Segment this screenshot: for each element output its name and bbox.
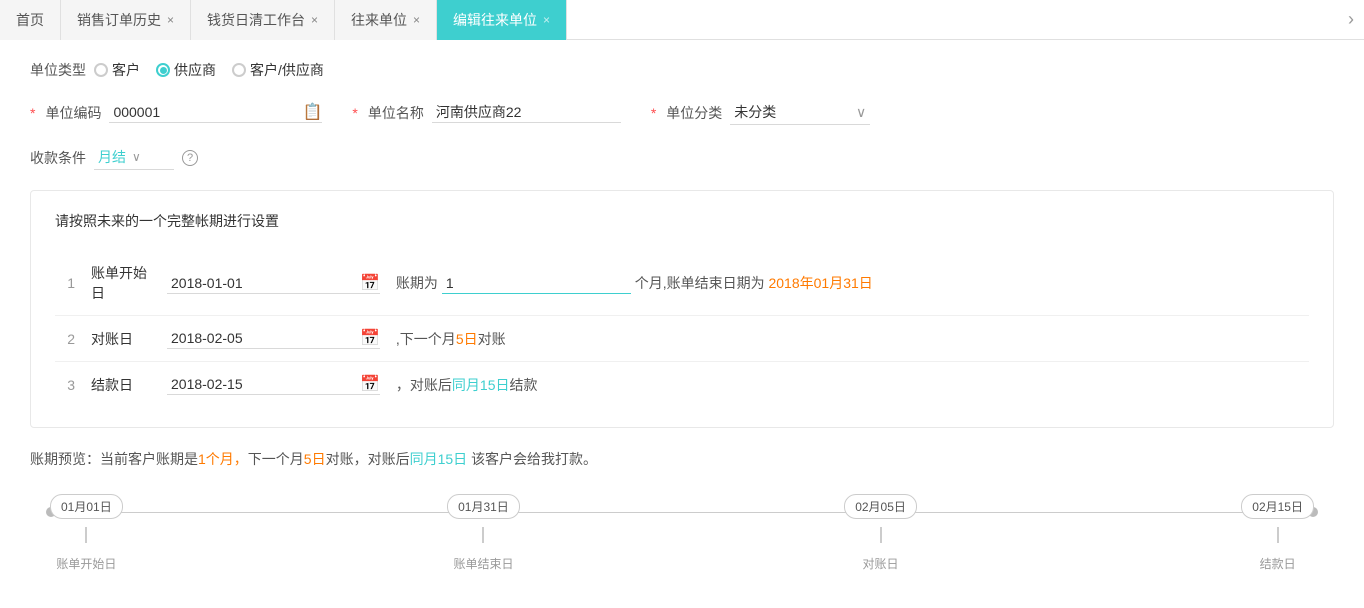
preview-month-highlight: 1个月， <box>198 451 248 467</box>
payment-term-chevron-icon: ∨ <box>132 150 141 164</box>
unit-info-row: * 单位编码 📋 * 单位名称 * 单位分类 未分类 ∨ <box>30 100 1334 125</box>
close-tab-edit-partner[interactable]: × <box>543 13 550 27</box>
payment-term-label: 收款条件 <box>30 148 86 168</box>
reconcile-desc: ,下一个月5日对账 <box>396 329 1309 349</box>
row-num-2: 2 <box>55 331 75 347</box>
period-desc: 账期为 个月,账单结束日期为 2018年01月31日 <box>396 273 1309 294</box>
start-date-input[interactable] <box>167 273 356 293</box>
setting-row-1: 1 账单开始日 📅 账期为 个月,账单结束日期为 2018年01月31日 <box>55 251 1309 316</box>
unit-type-label: 单位类型 <box>30 60 86 80</box>
close-tab-cash-work[interactable]: × <box>311 13 318 27</box>
setting-row-3: 3 结款日 📅 ，对账后同月15日结款 <box>55 362 1309 407</box>
preview-reconcile-highlight: 5日 <box>304 451 326 467</box>
timeline-badge-2: 02月05日 <box>844 494 917 519</box>
radio-supplier[interactable]: 供应商 <box>156 60 216 80</box>
radio-circle-customer <box>94 63 108 77</box>
unit-type-row: 单位类型 客户 供应商 客户/供应商 <box>30 60 1334 80</box>
unit-type-group: 单位类型 客户 供应商 客户/供应商 <box>30 60 324 80</box>
payment-term-help-icon[interactable]: ? <box>182 150 198 166</box>
close-tab-partner[interactable]: × <box>413 13 420 27</box>
radio-group-unit-type: 客户 供应商 客户/供应商 <box>94 60 324 80</box>
timeline-label-3: 结款日 <box>1260 555 1296 572</box>
unit-category-value: 未分类 <box>734 102 850 122</box>
row-num-1: 1 <box>55 275 75 291</box>
tab-edit-partner[interactable]: 编辑往来单位 × <box>437 0 567 40</box>
reconcile-date-input-wrapper: 📅 <box>167 328 380 349</box>
payment-date-calendar-icon[interactable]: 📅 <box>360 374 380 394</box>
timeline-badge-0: 01月01日 <box>50 494 123 519</box>
row-label-3: 结款日 <box>91 375 151 395</box>
payment-term-value: 月结 <box>98 147 126 167</box>
timeline-label-2: 对账日 <box>863 555 899 572</box>
timeline-label-0: 账单开始日 <box>56 555 116 572</box>
unit-name-label: 单位名称 <box>368 103 424 123</box>
timeline-node-0: 01月01日 账单开始日 <box>50 494 123 572</box>
unit-category-label: 单位分类 <box>666 103 722 123</box>
timeline-label-1: 账单结束日 <box>453 555 513 572</box>
radio-circle-supplier <box>156 63 170 77</box>
tab-partner[interactable]: 往来单位 × <box>335 0 437 40</box>
timeline-node-2: 02月05日 对账日 <box>844 494 917 572</box>
tab-more-button[interactable]: › <box>1338 9 1364 30</box>
radio-both[interactable]: 客户/供应商 <box>232 60 324 80</box>
radio-circle-both <box>232 63 246 77</box>
payment-date-input-wrapper: 📅 <box>167 374 380 395</box>
timeline-stem-0 <box>85 527 87 543</box>
payment-desc: ，对账后同月15日结款 <box>396 375 1309 395</box>
timeline-nodes: 01月01日 账单开始日 01月31日 账单结束日 02月05日 对账日 <box>50 494 1314 572</box>
page-content: 单位类型 客户 供应商 客户/供应商 * 单位编码 <box>0 40 1364 608</box>
start-date-calendar-icon[interactable]: 📅 <box>360 273 380 293</box>
payment-term-group: 收款条件 月结 ∨ ? <box>30 145 198 170</box>
unit-code-label: 单位编码 <box>45 103 101 123</box>
unit-code-input-wrapper: 📋 <box>109 102 322 123</box>
payment-highlight: 同月15日 <box>452 377 510 393</box>
reconcile-date-input[interactable] <box>167 328 356 348</box>
reconcile-date-calendar-icon[interactable]: 📅 <box>360 328 380 348</box>
unit-code-group: * 单位编码 📋 <box>30 102 322 123</box>
preview-text: 账期预览：当前客户账期是1个月，下一个月5日对账，对账后同月15日 该客户会给我… <box>30 448 1334 470</box>
tab-cash-work[interactable]: 钱货日清工作台 × <box>191 0 335 40</box>
row-num-3: 3 <box>55 377 75 393</box>
section-title: 请按照未来的一个完整帐期进行设置 <box>55 211 1309 231</box>
timeline-stem-3 <box>1277 527 1279 543</box>
row-label-1: 账单开始日 <box>91 263 151 303</box>
period-value-input[interactable] <box>442 273 631 294</box>
start-date-input-wrapper: 📅 <box>167 273 380 294</box>
timeline-badge-3: 02月15日 <box>1241 494 1314 519</box>
unit-name-group: * 单位名称 <box>352 102 620 123</box>
tabs-bar: 首页 销售订单历史 × 钱货日清工作台 × 往来单位 × 编辑往来单位 × › <box>0 0 1364 40</box>
preview-pay-highlight: 同月15日 <box>410 451 468 467</box>
unit-code-icon[interactable]: 📋 <box>302 102 322 122</box>
unit-category-group: * 单位分类 未分类 ∨ <box>651 100 870 125</box>
payment-term-dropdown[interactable]: 月结 ∨ <box>94 145 174 170</box>
timeline-container: 01月01日 账单开始日 01月31日 账单结束日 02月05日 对账日 <box>30 494 1334 572</box>
unit-code-input[interactable] <box>109 102 298 122</box>
setting-row-2: 2 对账日 📅 ,下一个月5日对账 <box>55 316 1309 362</box>
unit-name-input[interactable] <box>432 102 621 123</box>
timeline-badge-1: 01月31日 <box>447 494 520 519</box>
timeline-stem-1 <box>482 527 484 543</box>
tab-home[interactable]: 首页 <box>0 0 61 40</box>
tab-sales-history[interactable]: 销售订单历史 × <box>61 0 191 40</box>
end-date-highlight: 2018年01月31日 <box>768 275 872 291</box>
timeline-stem-2 <box>880 527 882 543</box>
reconcile-highlight: 5日 <box>456 331 478 347</box>
settings-section: 请按照未来的一个完整帐期进行设置 1 账单开始日 📅 账期为 个月,账单结束日期… <box>30 190 1334 428</box>
timeline-node-3: 02月15日 结款日 <box>1241 494 1314 572</box>
row-label-2: 对账日 <box>91 329 151 349</box>
payment-date-input[interactable] <box>167 374 356 394</box>
payment-term-row: 收款条件 月结 ∨ ? <box>30 145 1334 170</box>
timeline-node-1: 01月31日 账单结束日 <box>447 494 520 572</box>
unit-category-chevron-icon: ∨ <box>856 104 866 121</box>
unit-category-dropdown[interactable]: 未分类 ∨ <box>730 100 870 125</box>
close-tab-sales-history[interactable]: × <box>167 13 174 27</box>
radio-customer[interactable]: 客户 <box>94 60 140 80</box>
